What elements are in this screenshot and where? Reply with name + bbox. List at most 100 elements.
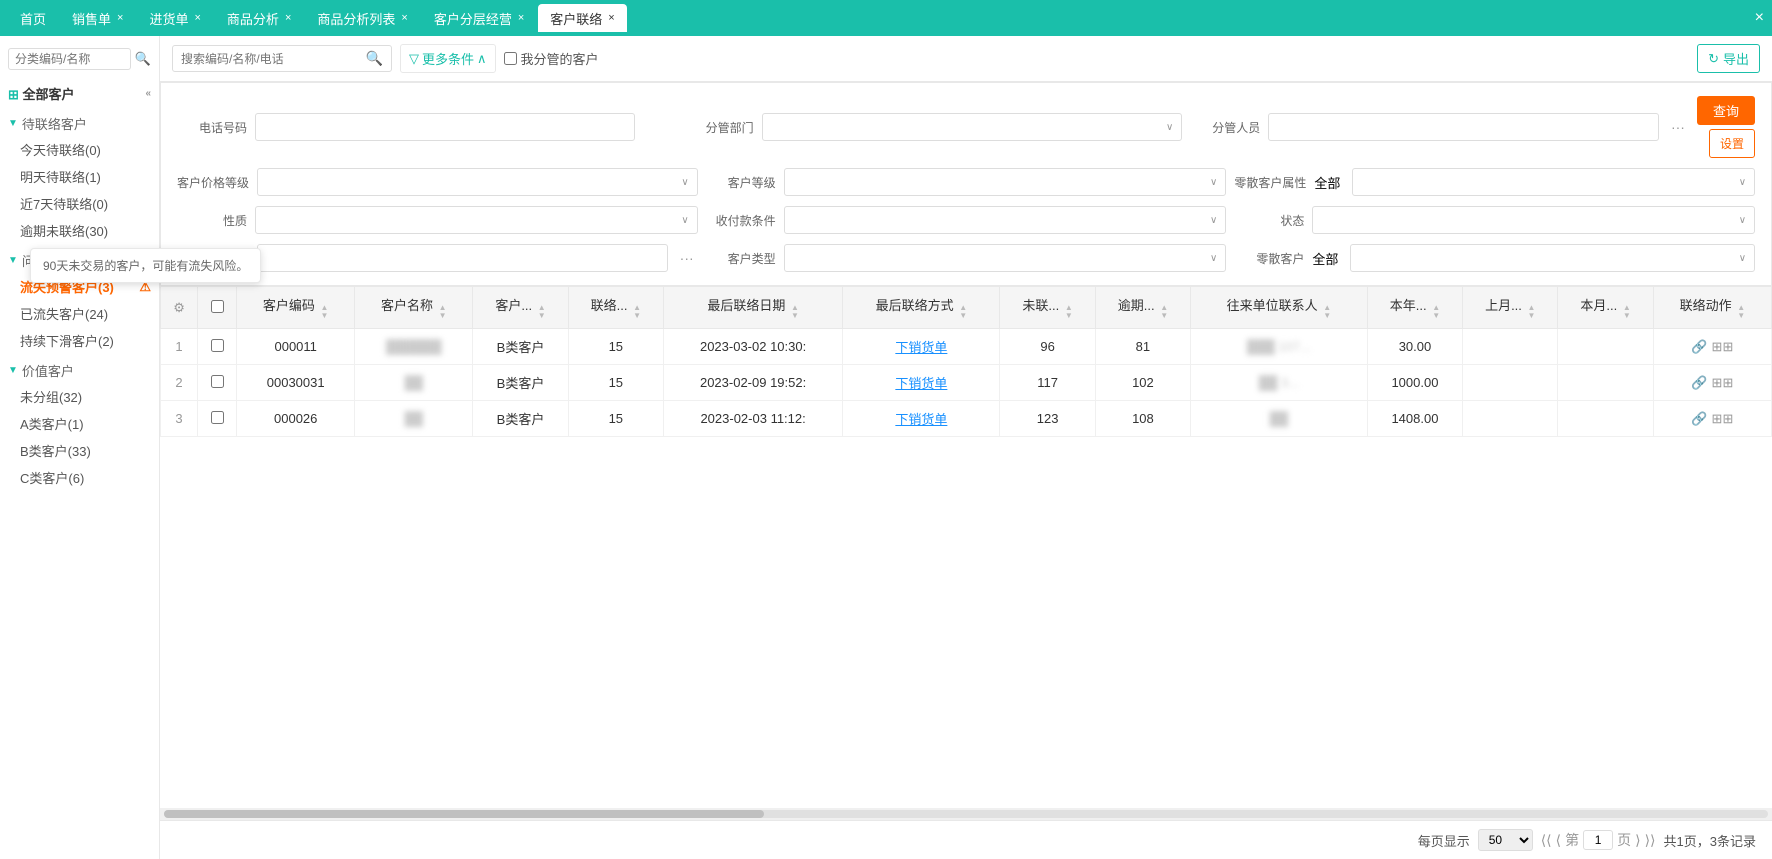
horizontal-scrollbar[interactable] <box>160 808 1772 820</box>
action-link-2[interactable]: 🔗 <box>1691 411 1707 427</box>
gear-icon[interactable]: ⚙ <box>173 300 185 315</box>
col-header-13[interactable]: 联络动作 ▲▼ <box>1653 287 1771 329</box>
per-page-select[interactable]: 50 100 <box>1478 829 1533 851</box>
sort-icon-12[interactable]: ▲▼ <box>1623 304 1631 320</box>
col-header-2[interactable]: 客户名称 ▲▼ <box>355 287 473 329</box>
sort-icon-4[interactable]: ▲▼ <box>633 304 641 320</box>
person-more[interactable]: ··· <box>1667 119 1689 135</box>
col-header-4[interactable]: 联络... ▲▼ <box>568 287 663 329</box>
tab-3[interactable]: 商品分析× <box>215 4 303 32</box>
sort-icon-11[interactable]: ▲▼ <box>1528 304 1536 320</box>
phone-input[interactable] <box>255 113 635 141</box>
tab-4[interactable]: 商品分析列表× <box>305 4 419 32</box>
export-btn[interactable]: ↻ 导出 <box>1697 44 1760 73</box>
tab-1[interactable]: 销售单× <box>60 4 135 32</box>
nature-select[interactable]: ∨ <box>255 206 698 234</box>
sidebar-item-0-3[interactable]: 逾期未联络(30) <box>0 217 159 244</box>
dept-select[interactable]: ∨ <box>762 113 1183 141</box>
action-menu-2[interactable]: ⊞⊞ <box>1712 411 1734 427</box>
action-link-0[interactable]: 🔗 <box>1691 339 1707 355</box>
col-header-6[interactable]: 最后联络方式 ▲▼ <box>843 287 1000 329</box>
sort-icon-13[interactable]: ▲▼ <box>1737 304 1745 320</box>
tab-close-5[interactable]: × <box>518 12 524 24</box>
scrollbar-thumb[interactable] <box>164 810 764 818</box>
tab-close-2[interactable]: × <box>194 12 200 24</box>
col-checkbox[interactable] <box>198 287 237 329</box>
sort-icon-6[interactable]: ▲▼ <box>959 304 967 320</box>
zero-customer-select[interactable]: ∨ <box>1350 244 1755 272</box>
sidebar-search[interactable]: 🔍 <box>0 44 159 74</box>
last-method-0[interactable]: 下销货单 <box>895 340 947 355</box>
tab-6[interactable]: 客户联络× <box>538 4 626 32</box>
sidebar-item-1-2[interactable]: 持续下滑客户(2) <box>0 327 159 354</box>
sidebar-item-1-1[interactable]: 已流失客户(24) <box>0 300 159 327</box>
action-menu-1[interactable]: ⊞⊞ <box>1712 375 1734 391</box>
query-btn[interactable]: 查询 <box>1697 96 1755 125</box>
action-icons-0[interactable]: 🔗 ⊞⊞ <box>1660 339 1765 355</box>
window-close-btn[interactable]: × <box>1755 9 1764 27</box>
select-all-checkbox[interactable] <box>211 300 224 313</box>
tab-close-1[interactable]: × <box>117 12 123 24</box>
sidebar-group-title-2[interactable]: ▼ 价值客户 <box>0 356 159 383</box>
prev-page-btn[interactable]: ⟨ <box>1556 832 1561 849</box>
col-header-5[interactable]: 最后联络日期 ▲▼ <box>663 287 842 329</box>
sidebar-item-0-2[interactable]: 近7天待联络(0) <box>0 190 159 217</box>
next-page-btn[interactable]: ⟩ <box>1635 832 1640 849</box>
last-page-btn[interactable]: ⟩⟩ <box>1645 832 1656 849</box>
first-page-btn[interactable]: ⟨⟨ <box>1541 832 1552 849</box>
person-select[interactable] <box>1268 113 1659 141</box>
price-level-select[interactable]: ∨ <box>257 168 698 196</box>
action-link-1[interactable]: 🔗 <box>1691 375 1707 391</box>
customer-level-select[interactable]: ∨ <box>784 168 1227 196</box>
sidebar-group-title-0[interactable]: ▼ 待联络客户 <box>0 109 159 136</box>
action-icons-1[interactable]: 🔗 ⊞⊞ <box>1660 375 1765 391</box>
action-menu-0[interactable]: ⊞⊞ <box>1712 339 1734 355</box>
status-select[interactable]: ∨ <box>1312 206 1755 234</box>
col-header-9[interactable]: 往来单位联系人 ▲▼ <box>1191 287 1368 329</box>
action-icons-2[interactable]: 🔗 ⊞⊞ <box>1660 411 1765 427</box>
pagination-nav[interactable]: ⟨⟨ ⟨ 第 页 ⟩ ⟩⟩ <box>1541 830 1656 850</box>
payment-select[interactable]: ∨ <box>784 206 1227 234</box>
col-header-1[interactable]: 客户编码 ▲▼ <box>237 287 355 329</box>
tab-close-6[interactable]: × <box>608 12 614 24</box>
col-header-8[interactable]: 逾期... ▲▼ <box>1095 287 1190 329</box>
last-method-1[interactable]: 下销货单 <box>895 376 947 391</box>
sidebar-search-icon[interactable]: 🔍 <box>135 51 151 67</box>
sidebar-item-0-0[interactable]: 今天待联络(0) <box>0 136 159 163</box>
sort-icon-8[interactable]: ▲▼ <box>1160 304 1168 320</box>
col-header-7[interactable]: 未联... ▲▼ <box>1000 287 1095 329</box>
tab-close-3[interactable]: × <box>285 12 291 24</box>
search-icon-btn[interactable]: 🔍 <box>366 50 383 67</box>
tab-5[interactable]: 客户分层经营× <box>422 4 536 32</box>
sort-icon-3[interactable]: ▲▼ <box>538 304 546 320</box>
area-select[interactable] <box>257 244 668 272</box>
my-customer-checkbox[interactable] <box>504 52 517 65</box>
tab-2[interactable]: 进货单× <box>137 4 212 32</box>
page-input[interactable] <box>1583 830 1613 850</box>
sidebar-item-2-2[interactable]: B类客户(33) <box>0 437 159 464</box>
search-input-wrap[interactable]: 🔍 <box>172 45 392 72</box>
row-checkbox-1[interactable] <box>211 375 224 388</box>
sidebar-item-2-0[interactable]: 未分组(32) <box>0 383 159 410</box>
zero-attr-select[interactable]: ∨ <box>1352 168 1755 196</box>
col-header-3[interactable]: 客户... ▲▼ <box>473 287 568 329</box>
sort-icon-7[interactable]: ▲▼ <box>1065 304 1073 320</box>
sort-icon-1[interactable]: ▲▼ <box>321 304 329 320</box>
sidebar-item-2-1[interactable]: A类客户(1) <box>0 410 159 437</box>
sidebar-search-input[interactable] <box>8 48 131 70</box>
my-customer-check[interactable]: 我分管的客户 <box>504 49 599 68</box>
settings-btn[interactable]: 设置 <box>1709 129 1755 158</box>
sort-icon-10[interactable]: ▲▼ <box>1432 304 1440 320</box>
sort-icon-2[interactable]: ▲▼ <box>439 304 447 320</box>
row-checkbox-2[interactable] <box>211 411 224 424</box>
last-method-2[interactable]: 下销货单 <box>895 412 947 427</box>
col-header-12[interactable]: 本月... ▲▼ <box>1558 287 1653 329</box>
tab-0[interactable]: 首页 <box>8 4 58 32</box>
area-more[interactable]: ··· <box>676 250 698 266</box>
all-customers-header[interactable]: ⊞ 全部客户 « <box>0 78 159 109</box>
sort-icon-5[interactable]: ▲▼ <box>791 304 799 320</box>
col-header-10[interactable]: 本年... ▲▼ <box>1367 287 1462 329</box>
row-checkbox-0[interactable] <box>211 339 224 352</box>
sidebar-item-0-1[interactable]: 明天待联络(1) <box>0 163 159 190</box>
col-header-11[interactable]: 上月... ▲▼ <box>1463 287 1558 329</box>
